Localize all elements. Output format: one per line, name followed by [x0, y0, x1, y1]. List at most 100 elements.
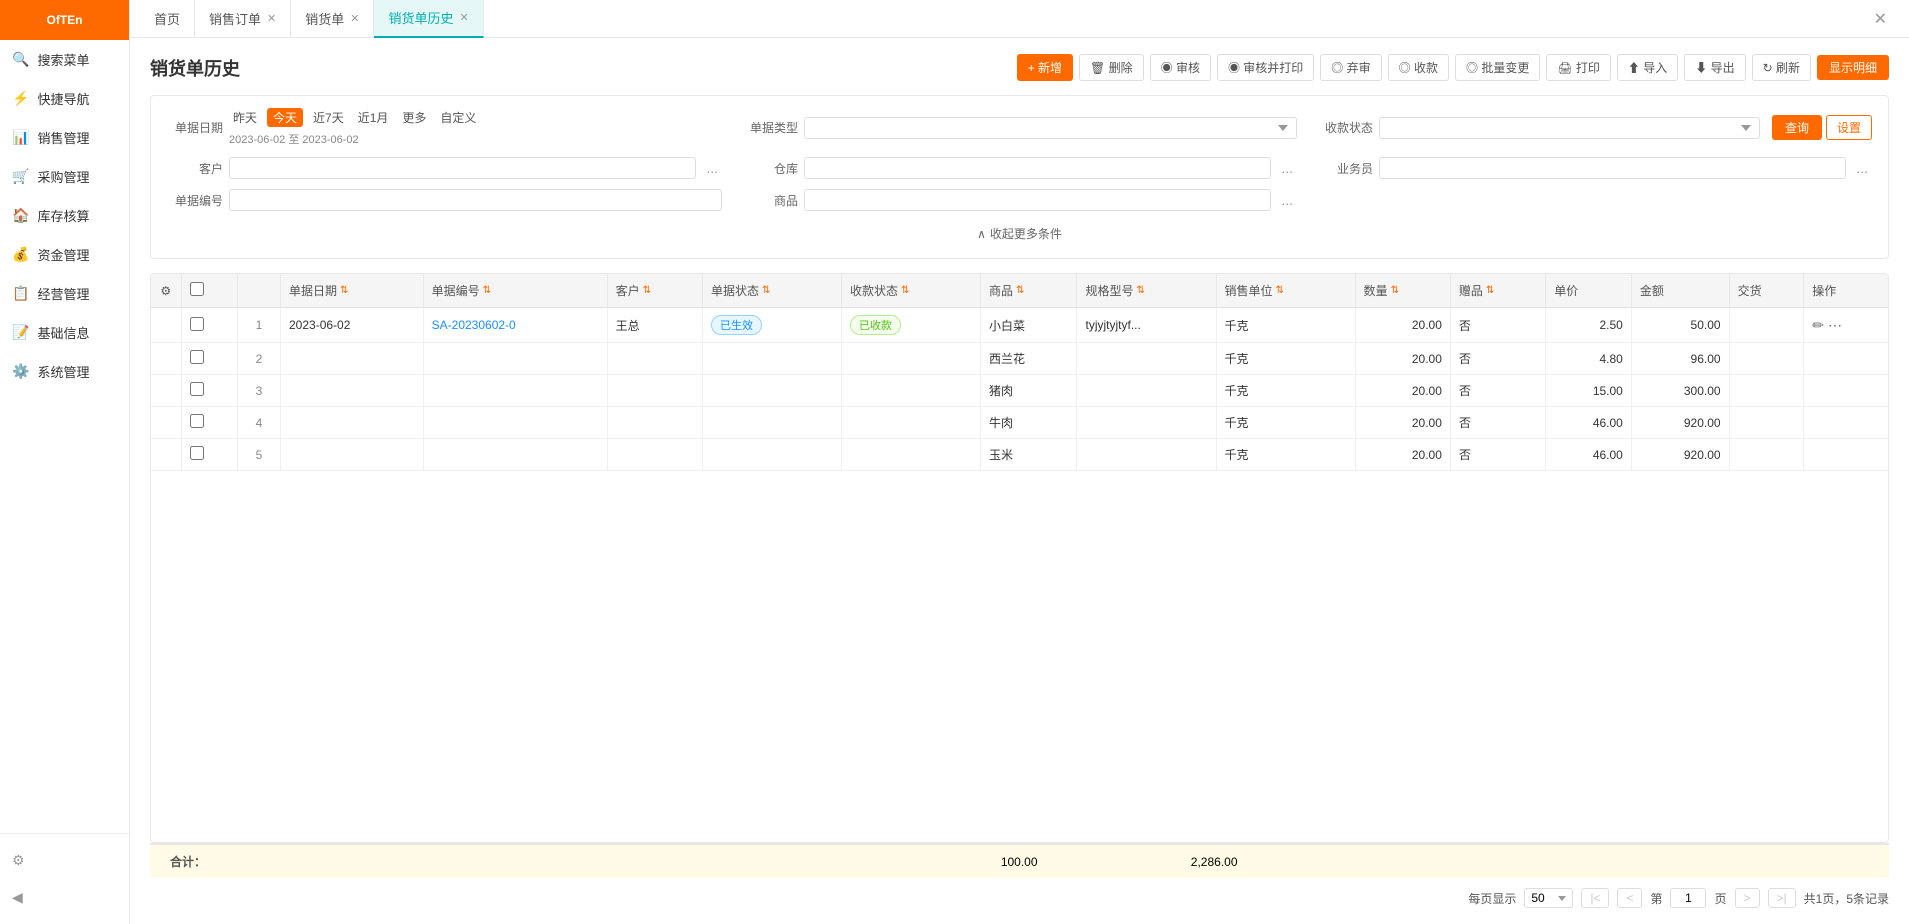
query-button[interactable]: 查询: [1772, 115, 1822, 140]
row-unit-col: 千克: [1216, 308, 1355, 343]
next-page-button[interactable]: >: [1735, 888, 1760, 908]
row-checkbox[interactable]: [190, 350, 204, 364]
show-detail-button[interactable]: 显示明细: [1817, 55, 1889, 80]
goods-dots[interactable]: ...: [1277, 192, 1297, 208]
sidebar-item-collapse[interactable]: ◀: [0, 879, 129, 916]
th-spec[interactable]: 规格型号⇅: [1077, 274, 1216, 308]
th-settings[interactable]: ⚙: [151, 274, 181, 308]
filter-settings-button[interactable]: 设置: [1826, 115, 1872, 140]
sidebar-item-operations[interactable]: 📋 经营管理: [0, 274, 129, 313]
last-page-button[interactable]: >|: [1768, 888, 1796, 908]
tab-sales-order[interactable]: 销售订单 ✕: [195, 0, 291, 38]
salesperson-dots[interactable]: ...: [1852, 160, 1872, 176]
delete-button[interactable]: 🗑 删除: [1079, 54, 1144, 81]
doc-type-select[interactable]: [804, 117, 1297, 139]
tab-sales-history[interactable]: 销货单历史 ✕: [374, 0, 483, 38]
row-date-col: [281, 343, 424, 375]
customer-dots[interactable]: ...: [702, 160, 722, 176]
payment-status-select[interactable]: [1379, 117, 1760, 139]
window-close-button[interactable]: ✕: [1862, 9, 1899, 29]
row-qty-col: 20.00: [1355, 343, 1450, 375]
row-spec-col: [1077, 375, 1216, 407]
goods-input[interactable]: [804, 189, 1271, 211]
th-doc-no[interactable]: 单据编号⇅: [423, 274, 607, 308]
customer-label: 客户: [167, 160, 223, 177]
shortcut-yesterday[interactable]: 昨天: [229, 108, 261, 127]
prev-page-button[interactable]: <: [1617, 888, 1642, 908]
receive-button[interactable]: ◎ 收款: [1388, 54, 1449, 81]
th-customer[interactable]: 客户⇅: [607, 274, 702, 308]
goods-filter-field: 商品 ...: [742, 189, 1297, 211]
import-button[interactable]: ⬆ 导入: [1617, 54, 1678, 81]
audit-button[interactable]: ◉ 审核: [1150, 54, 1211, 81]
shortcut-1month[interactable]: 近1月: [354, 108, 393, 127]
row-transaction-col: [1729, 308, 1804, 343]
th-date[interactable]: 单据日期⇅: [281, 274, 424, 308]
tab-sales-delivery-close[interactable]: ✕: [350, 12, 359, 25]
row-spec-col: [1077, 343, 1216, 375]
table-header-row: ⚙ 单据日期⇅ 单据编号⇅ 客户⇅ 单据状态⇅: [151, 274, 1888, 308]
page-input[interactable]: [1670, 888, 1706, 908]
more-icon[interactable]: ⋯: [1828, 317, 1842, 334]
th-unit[interactable]: 销售单位⇅: [1216, 274, 1355, 308]
tab-sales-history-close[interactable]: ✕: [460, 11, 469, 24]
tab-sales-delivery[interactable]: 销货单 ✕: [291, 0, 374, 38]
row-checkbox[interactable]: [190, 382, 204, 396]
row-customer-col: [607, 375, 702, 407]
row-qty-col: 20.00: [1355, 375, 1450, 407]
row-docno-col: SA-20230602-0: [423, 308, 607, 343]
sidebar-item-quick-nav[interactable]: ⚡ 快捷导航: [0, 79, 129, 118]
print-button[interactable]: 🖨 打印: [1546, 54, 1611, 81]
sidebar-item-system[interactable]: ⚙️ 系统管理: [0, 352, 129, 391]
tab-sales-order-close[interactable]: ✕: [267, 12, 276, 25]
row-actions-col: ✏⋯: [1804, 308, 1888, 343]
sidebar-item-inventory[interactable]: 🏠 库存核算: [0, 196, 129, 235]
per-page-select[interactable]: 50 20 100: [1524, 888, 1573, 908]
doc-no-input[interactable]: [229, 189, 722, 211]
row-checkbox-col: [181, 439, 237, 471]
docno-sort-icon: ⇅: [483, 285, 491, 296]
doc-no-link[interactable]: SA-20230602-0: [432, 318, 516, 332]
th-goods[interactable]: 商品⇅: [981, 274, 1077, 308]
th-doc-status[interactable]: 单据状态⇅: [702, 274, 841, 308]
salesperson-input[interactable]: [1379, 157, 1846, 179]
th-gift[interactable]: 赠品⇅: [1450, 274, 1545, 308]
payment-status-label: 收款状态: [1317, 119, 1373, 136]
warehouse-input[interactable]: [804, 157, 1271, 179]
new-button[interactable]: + 新增: [1017, 54, 1073, 81]
shortcut-more[interactable]: 更多: [398, 108, 430, 127]
sidebar-item-finance[interactable]: 💰 资金管理: [0, 235, 129, 274]
row-amount-col: 50.00: [1631, 308, 1729, 343]
sidebar-item-settings-bottom[interactable]: ⚙: [0, 842, 129, 879]
audit-print-button[interactable]: ◉ 审核并打印: [1217, 54, 1314, 81]
abandon-button[interactable]: ◎ 弃审: [1320, 54, 1381, 81]
shortcut-custom[interactable]: 自定义: [436, 108, 480, 127]
salesperson-filter-field: 业务员 ...: [1317, 157, 1872, 179]
sidebar-item-search-menu[interactable]: 🔍 搜索菜单: [0, 40, 129, 79]
finance-icon: 💰: [12, 246, 29, 263]
sidebar-item-basic-info[interactable]: 📝 基础信息: [0, 313, 129, 352]
shortcut-today[interactable]: 今天: [267, 108, 303, 127]
first-page-button[interactable]: |<: [1581, 888, 1609, 908]
per-page-label: 每页显示: [1468, 890, 1516, 907]
select-all-checkbox[interactable]: [190, 282, 204, 296]
inventory-icon: 🏠: [12, 207, 29, 224]
batch-change-button[interactable]: ◎ 批量变更: [1455, 54, 1540, 81]
th-qty[interactable]: 数量⇅: [1355, 274, 1450, 308]
edit-icon[interactable]: ✏: [1812, 317, 1824, 334]
th-payment-status[interactable]: 收款状态⇅: [841, 274, 980, 308]
shortcut-7days[interactable]: 近7天: [309, 108, 348, 127]
collapse-button[interactable]: ∧ 收起更多条件: [167, 221, 1872, 246]
tab-bar-left: 首页 销售订单 ✕ 销货单 ✕ 销货单历史 ✕: [140, 0, 1862, 38]
refresh-button[interactable]: ↻ 刷新: [1752, 54, 1811, 81]
row-checkbox[interactable]: [190, 317, 204, 331]
warehouse-dots[interactable]: ...: [1277, 160, 1297, 176]
row-amount-col: 920.00: [1631, 407, 1729, 439]
row-checkbox[interactable]: [190, 446, 204, 460]
row-checkbox[interactable]: [190, 414, 204, 428]
sidebar-item-purchase-mgmt[interactable]: 🛒 采购管理: [0, 157, 129, 196]
export-button[interactable]: ⬇ 导出: [1684, 54, 1745, 81]
sidebar-item-sales-mgmt[interactable]: 📊 销售管理: [0, 118, 129, 157]
tab-home[interactable]: 首页: [140, 0, 195, 38]
customer-input[interactable]: [229, 157, 696, 179]
